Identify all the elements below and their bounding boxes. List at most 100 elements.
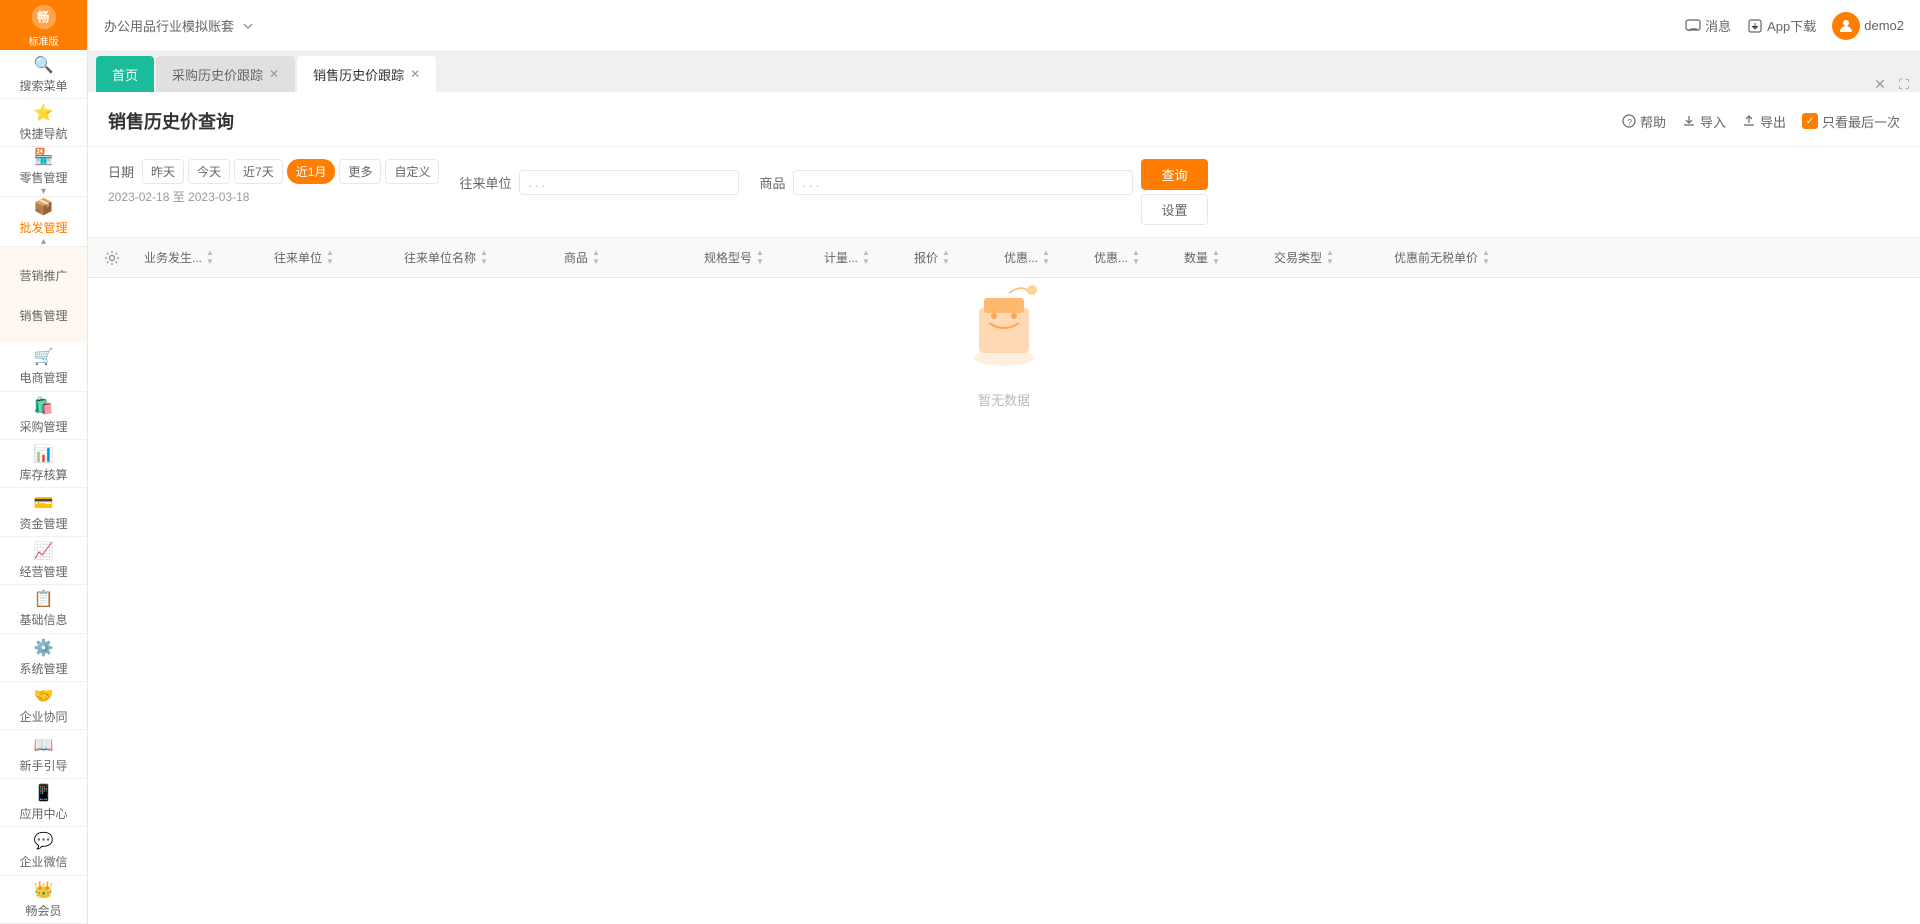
wholesale-submenu: 营销推广 销售管理 [0, 247, 88, 343]
export-label: 导出 [1760, 112, 1786, 131]
th-trade-type-label: 交易类型 [1274, 249, 1322, 266]
date-btn-custom[interactable]: 自定义 [385, 159, 439, 184]
sort-product[interactable]: ▲▼ [592, 249, 600, 266]
tab-purchase-close[interactable]: ✕ [269, 67, 279, 81]
only-last-label: 只看最后一次 [1822, 112, 1900, 131]
messages-label: 消息 [1705, 16, 1731, 35]
sidebar-item-quick-nav[interactable]: ⭐ 快捷导航 [0, 99, 88, 147]
date-btn-7days[interactable]: 近7天 [234, 159, 283, 184]
partner-input[interactable]: ... [519, 170, 739, 195]
th-qty[interactable]: 数量 ▲▼ [1176, 249, 1266, 266]
table-settings-icon [104, 250, 120, 266]
th-unit[interactable]: 往来单位 ▲▼ [266, 249, 396, 266]
sidebar-sub-label: 销售管理 [19, 307, 67, 324]
trend-icon: 📈 [34, 541, 54, 561]
tab-home[interactable]: 首页 [96, 56, 154, 92]
th-unit-name[interactable]: 往来单位名称 ▲▼ [396, 249, 556, 266]
page-title: 销售历史价查询 [108, 108, 234, 134]
header-right: 消息 App下载 demo2 [1685, 12, 1904, 40]
partner-input-dots: ... [528, 175, 548, 190]
tab-sales[interactable]: 销售历史价跟踪 ✕ [297, 56, 436, 92]
app-download-btn[interactable]: App下载 [1747, 16, 1816, 35]
header-dropdown[interactable] [242, 20, 254, 32]
tab-sales-close[interactable]: ✕ [410, 67, 420, 81]
sidebar-item-member[interactable]: 👑 畅会员 [0, 876, 88, 924]
sidebar-item-stock[interactable]: 📊 库存核算 [0, 440, 88, 488]
only-last-toggle[interactable]: ✓ 只看最后一次 [1802, 112, 1900, 131]
sort-qty[interactable]: ▲▼ [1212, 249, 1220, 266]
sort-discount2[interactable]: ▲▼ [1132, 249, 1140, 266]
sort-spec[interactable]: ▲▼ [756, 249, 764, 266]
message-icon [1685, 18, 1701, 34]
date-label: 日期 [108, 162, 134, 181]
sidebar-item-guide[interactable]: 📖 新手引导 [0, 730, 88, 778]
th-price[interactable]: 报价 ▲▼ [906, 249, 996, 266]
sidebar-item-app-center[interactable]: 📱 应用中心 [0, 779, 88, 827]
th-product[interactable]: 商品 ▲▼ [556, 249, 696, 266]
th-discount1[interactable]: 优惠... ▲▼ [996, 249, 1086, 266]
sort-date[interactable]: ▲▼ [206, 249, 214, 266]
tab-purchase[interactable]: 采购历史价跟踪 ✕ [156, 56, 295, 92]
th-settings[interactable] [96, 250, 136, 266]
th-discount2-label: 优惠... [1094, 249, 1128, 266]
sidebar-item-base-info[interactable]: 📋 基础信息 [0, 585, 88, 633]
messages-btn[interactable]: 消息 [1685, 16, 1731, 35]
date-btn-today[interactable]: 今天 [188, 159, 230, 184]
th-product-label: 商品 [564, 249, 588, 266]
sort-price[interactable]: ▲▼ [942, 249, 950, 266]
th-spec[interactable]: 规格型号 ▲▼ [696, 249, 816, 266]
sidebar-item-ecom[interactable]: 🛒 电商管理 [0, 343, 88, 391]
sidebar-item-enterprise[interactable]: 🤝 企业协同 [0, 682, 88, 730]
sidebar-sub-item-marketing[interactable]: 营销推广 [0, 255, 88, 295]
sidebar-sub-item-sales-mgmt[interactable]: 销售管理 [0, 295, 88, 335]
sidebar-item-wechat[interactable]: 💬 企业微信 [0, 827, 88, 875]
sort-discount1[interactable]: ▲▼ [1042, 249, 1050, 266]
export-icon [1742, 114, 1756, 128]
sort-calc-unit[interactable]: ▲▼ [862, 249, 870, 266]
sidebar-item-label: 批发管理 [19, 219, 67, 236]
box-icon: 📦 [34, 197, 54, 217]
date-btn-1month[interactable]: 近1月 [287, 159, 336, 184]
sort-unit[interactable]: ▲▼ [326, 249, 334, 266]
main-area: 办公用品行业模拟账套 消息 App下载 demo2 首页 [88, 0, 1920, 924]
empty-text: 暂无数据 [978, 390, 1030, 409]
empty-state: 暂无数据 [88, 278, 1920, 409]
sort-unit-name[interactable]: ▲▼ [480, 249, 488, 266]
sidebar-item-operations[interactable]: 📈 经营管理 [0, 537, 88, 585]
sidebar-item-label: 快捷导航 [19, 125, 67, 142]
help-btn[interactable]: ? 帮助 [1622, 112, 1666, 131]
sort-trade-type[interactable]: ▲▼ [1326, 249, 1334, 266]
mobile-icon: 📱 [34, 783, 54, 803]
sidebar-item-purchase[interactable]: 🛍️ 采购管理 [0, 392, 88, 440]
sidebar-item-search[interactable]: 🔍 搜索菜单 [0, 50, 88, 98]
sidebar-item-retail[interactable]: 🏪 零售管理 ▾ [0, 147, 88, 197]
app-header: 办公用品行业模拟账套 消息 App下载 demo2 [88, 0, 1920, 52]
date-btn-more[interactable]: 更多 [339, 159, 381, 184]
date-btn-yesterday[interactable]: 昨天 [142, 159, 184, 184]
sidebar-item-wholesale[interactable]: 📦 批发管理 ▴ [0, 197, 88, 247]
sidebar-item-label: 库存核算 [19, 466, 67, 483]
only-last-checkbox[interactable]: ✓ [1802, 113, 1818, 129]
th-calc-unit[interactable]: 计量... ▲▼ [816, 249, 906, 266]
sidebar-item-system[interactable]: ⚙️ 系统管理 [0, 634, 88, 682]
maximize-window-btn[interactable]: ⛶ [1896, 76, 1912, 92]
th-date-label: 业务发生... [144, 249, 202, 266]
th-pretax[interactable]: 优惠前无税单价 ▲▼ [1386, 249, 1912, 266]
product-input[interactable]: ... [793, 170, 1133, 195]
chevron-down-icon: ▾ [41, 186, 46, 197]
user-menu[interactable]: demo2 [1832, 12, 1904, 40]
close-window-btn[interactable]: ✕ [1872, 76, 1888, 92]
th-trade-type[interactable]: 交易类型 ▲▼ [1266, 249, 1386, 266]
settings-button[interactable]: 设置 [1141, 194, 1207, 225]
date-filter: 日期 昨天 今天 近7天 近1月 更多 自定义 [108, 159, 439, 184]
sidebar-item-label: 系统管理 [19, 660, 67, 677]
sidebar-item-finance[interactable]: 💳 资金管理 [0, 488, 88, 536]
card-icon: 💳 [34, 493, 54, 513]
th-discount2[interactable]: 优惠... ▲▼ [1086, 249, 1176, 266]
sort-pretax[interactable]: ▲▼ [1482, 249, 1490, 266]
th-date[interactable]: 业务发生... ▲▼ [136, 249, 266, 266]
export-btn[interactable]: 导出 [1742, 112, 1786, 131]
import-btn[interactable]: 导入 [1682, 112, 1726, 131]
query-button[interactable]: 查询 [1141, 159, 1207, 190]
th-pretax-label: 优惠前无税单价 [1394, 249, 1478, 266]
